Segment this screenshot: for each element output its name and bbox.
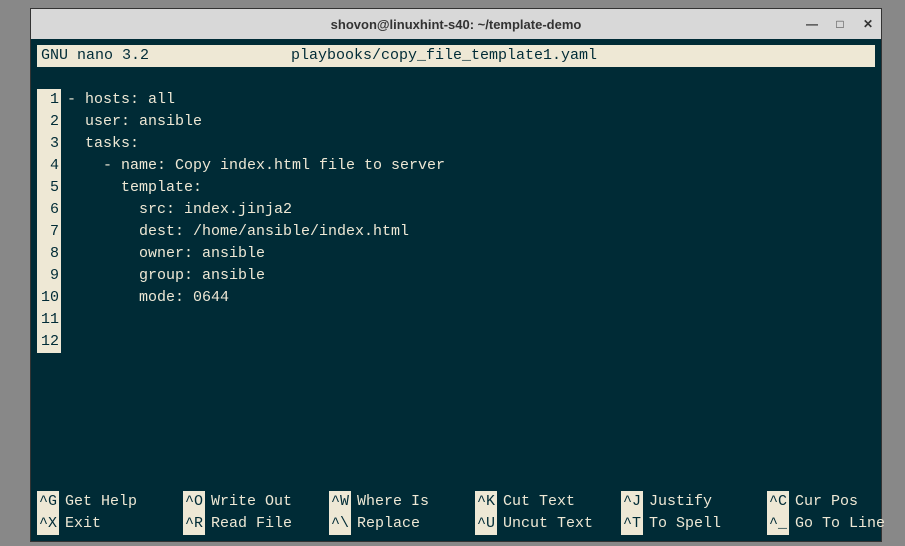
shortcut-item: ^OWrite Out <box>183 491 329 513</box>
editor-area[interactable]: 1- hosts: all2 user: ansible3 tasks:4 - … <box>37 67 875 491</box>
editor-line: 3 tasks: <box>37 133 875 155</box>
line-number: 3 <box>37 133 61 155</box>
line-content: user: ansible <box>61 111 202 133</box>
shortcut-label: Uncut Text <box>497 513 593 535</box>
line-number: 11 <box>37 309 61 331</box>
line-number: 10 <box>37 287 61 309</box>
line-number: 1 <box>37 89 61 111</box>
line-number: 12 <box>37 331 61 353</box>
shortcut-label: Get Help <box>59 491 137 513</box>
shortcut-label: Exit <box>59 513 101 535</box>
terminal-window: shovon@linuxhint-s40: ~/template-demo — … <box>30 8 882 542</box>
nano-filename: playbooks/copy_file_template1.yaml <box>291 45 871 67</box>
shortcut-key: ^G <box>37 491 59 513</box>
editor-line: 6 src: index.jinja2 <box>37 199 875 221</box>
shortcut-label: Cut Text <box>497 491 575 513</box>
editor-line: 1- hosts: all <box>37 89 875 111</box>
line-number: 6 <box>37 199 61 221</box>
line-content: template: <box>61 177 202 199</box>
editor-line: 11 <box>37 309 875 331</box>
shortcut-key: ^_ <box>767 513 789 535</box>
shortcut-label: Go To Line <box>789 513 885 535</box>
line-content <box>61 331 67 353</box>
line-content: - hosts: all <box>61 89 175 111</box>
shortcut-item: ^WWhere Is <box>329 491 475 513</box>
editor-line: 12 <box>37 331 875 353</box>
shortcut-item: ^\Replace <box>329 513 475 535</box>
nano-header: GNU nano 3.2 playbooks/copy_file_templat… <box>37 45 875 67</box>
line-number: 2 <box>37 111 61 133</box>
line-number: 4 <box>37 155 61 177</box>
shortcut-label: To Spell <box>643 513 721 535</box>
line-content: mode: 0644 <box>61 287 229 309</box>
line-content: src: index.jinja2 <box>61 199 292 221</box>
shortcut-label: Write Out <box>205 491 292 513</box>
shortcut-item: ^_Go To Line <box>767 513 905 535</box>
minimize-button[interactable]: — <box>805 17 819 31</box>
shortcut-item: ^XExit <box>37 513 183 535</box>
editor-line: 8 owner: ansible <box>37 243 875 265</box>
shortcut-key: ^C <box>767 491 789 513</box>
shortcut-key: ^W <box>329 491 351 513</box>
shortcut-key: ^T <box>621 513 643 535</box>
window-title: shovon@linuxhint-s40: ~/template-demo <box>331 17 582 32</box>
line-number: 7 <box>37 221 61 243</box>
shortcut-key: ^R <box>183 513 205 535</box>
shortcut-label: Justify <box>643 491 712 513</box>
line-content: tasks: <box>61 133 139 155</box>
shortcut-label: Replace <box>351 513 420 535</box>
editor-line: 7 dest: /home/ansible/index.html <box>37 221 875 243</box>
nano-app-name: GNU nano 3.2 <box>41 45 291 67</box>
line-number: 9 <box>37 265 61 287</box>
maximize-button[interactable]: □ <box>833 17 847 31</box>
shortcut-row-2: ^XExit^RRead File^\Replace^UUncut Text^T… <box>37 513 875 535</box>
shortcut-item: ^RRead File <box>183 513 329 535</box>
shortcut-label: Cur Pos <box>789 491 858 513</box>
editor-line: 10 mode: 0644 <box>37 287 875 309</box>
line-content <box>61 309 67 331</box>
shortcut-key: ^J <box>621 491 643 513</box>
shortcut-label: Where Is <box>351 491 429 513</box>
shortcut-row-1: ^GGet Help^OWrite Out^WWhere Is^KCut Tex… <box>37 491 875 513</box>
shortcut-key: ^O <box>183 491 205 513</box>
editor-line: 9 group: ansible <box>37 265 875 287</box>
shortcut-key: ^U <box>475 513 497 535</box>
shortcut-item: ^KCut Text <box>475 491 621 513</box>
shortcut-item: ^GGet Help <box>37 491 183 513</box>
line-content: owner: ansible <box>61 243 265 265</box>
shortcut-item: ^JJustify <box>621 491 767 513</box>
editor-line: 4 - name: Copy index.html file to server <box>37 155 875 177</box>
terminal-body[interactable]: GNU nano 3.2 playbooks/copy_file_templat… <box>31 39 881 541</box>
shortcut-item: ^CCur Pos <box>767 491 905 513</box>
line-content: dest: /home/ansible/index.html <box>61 221 409 243</box>
line-content: - name: Copy index.html file to server <box>61 155 445 177</box>
nano-footer: ^GGet Help^OWrite Out^WWhere Is^KCut Tex… <box>37 491 875 535</box>
line-number: 5 <box>37 177 61 199</box>
shortcut-label: Read File <box>205 513 292 535</box>
close-button[interactable]: ✕ <box>861 17 875 31</box>
editor-line: 5 template: <box>37 177 875 199</box>
shortcut-item: ^UUncut Text <box>475 513 621 535</box>
shortcut-key: ^K <box>475 491 497 513</box>
line-number: 8 <box>37 243 61 265</box>
shortcut-key: ^X <box>37 513 59 535</box>
shortcut-key: ^\ <box>329 513 351 535</box>
editor-line: 2 user: ansible <box>37 111 875 133</box>
line-content: group: ansible <box>61 265 265 287</box>
titlebar: shovon@linuxhint-s40: ~/template-demo — … <box>31 9 881 39</box>
window-controls: — □ ✕ <box>805 17 875 31</box>
shortcut-item: ^TTo Spell <box>621 513 767 535</box>
